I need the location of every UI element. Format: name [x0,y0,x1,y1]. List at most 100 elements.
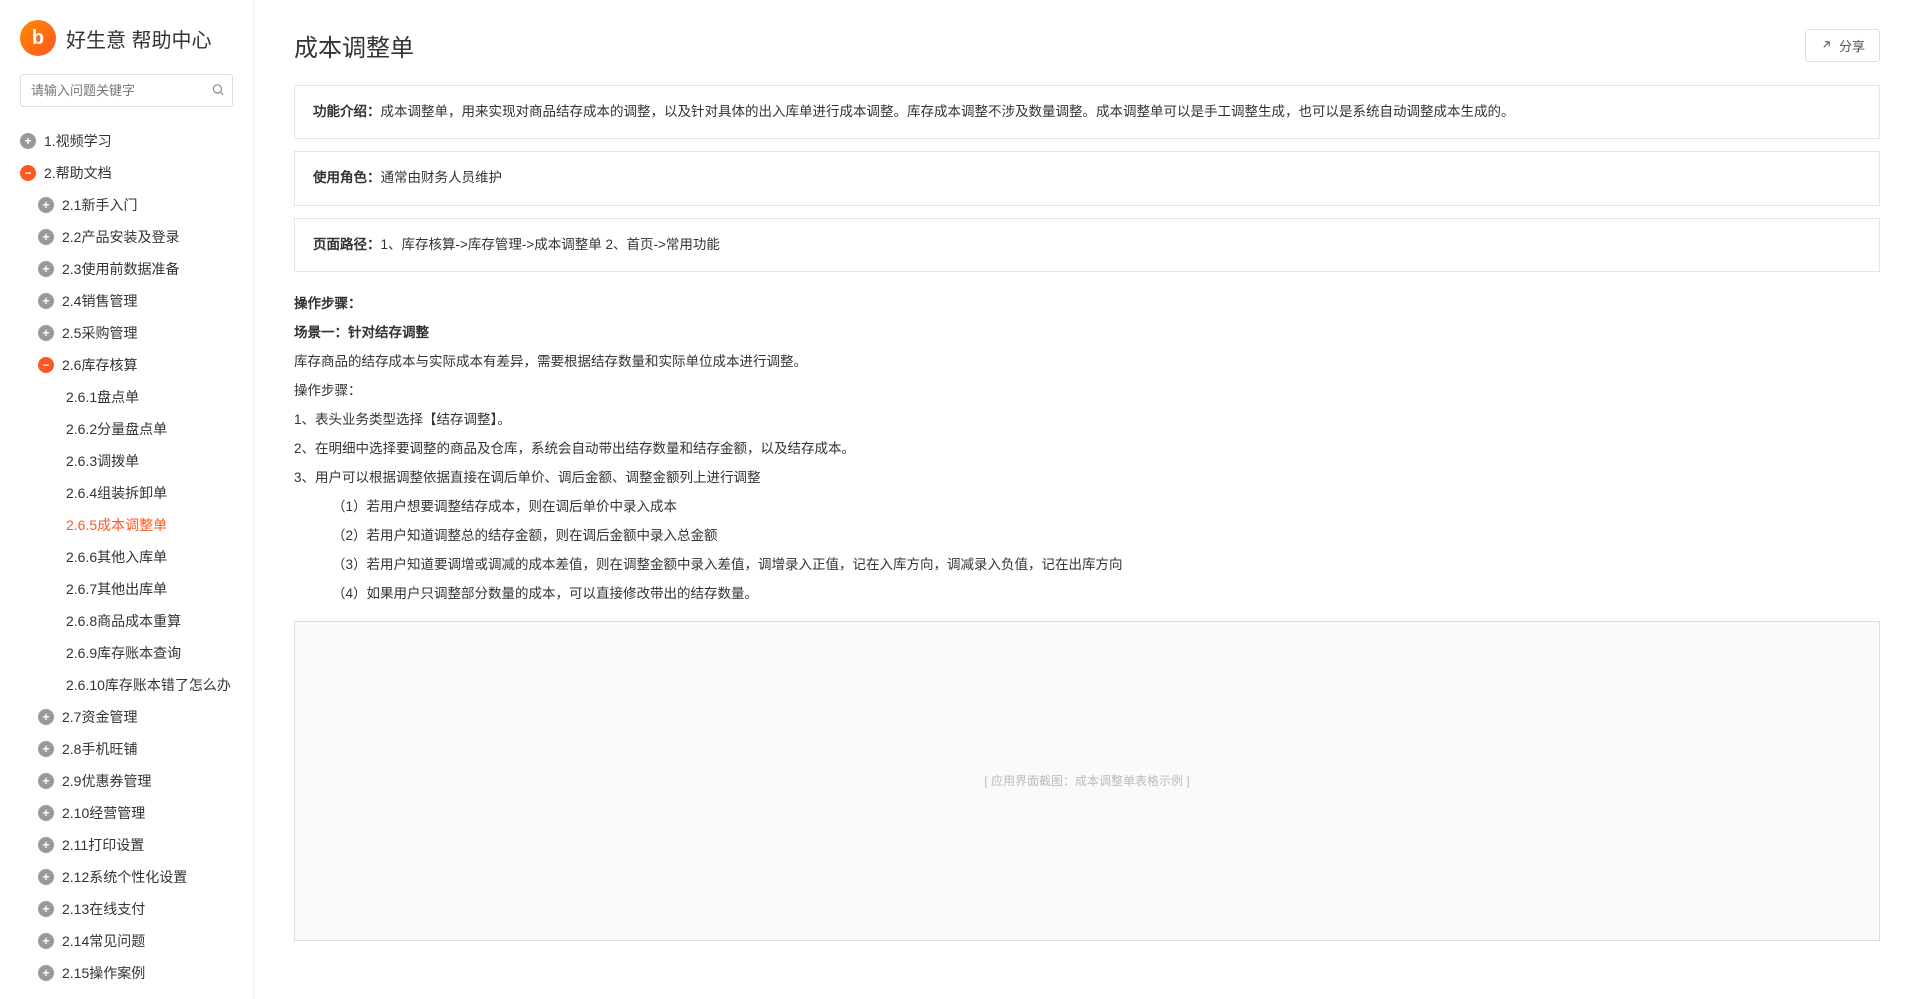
nav-label: 2.1新手入门 [62,195,137,215]
steps-heading: 操作步骤： [294,296,362,311]
nav-label: 2.8手机旺铺 [62,739,137,759]
nav-label: 2.6库存核算 [62,355,137,375]
logo-row: b 好生意 帮助中心 [20,20,253,56]
nav-item[interactable]: +2.5采购管理 [20,317,253,349]
nav-label: 2.2产品安装及登录 [62,227,179,247]
nav-label: 2.6.8商品成本重算 [66,611,181,631]
nav-item[interactable]: 2.6.2分量盘点单 [20,413,253,445]
nav-item[interactable]: −2.帮助文档 [20,157,253,189]
brand-title: 好生意 帮助中心 [66,24,212,53]
plus-icon: + [20,133,36,149]
nav-item[interactable]: +2.14常见问题 [20,925,253,957]
page-title: 成本调整单 [294,28,414,63]
step-3d: （4）如果用户只调整部分数量的成本，可以直接修改带出的结存数量。 [294,580,1880,607]
nav-label: 2.11打印设置 [62,835,144,855]
nav-label: 2.6.2分量盘点单 [66,419,167,439]
nav-item[interactable]: 2.6.4组装拆卸单 [20,477,253,509]
nav-label: 2.6.10库存账本错了怎么办 [66,675,231,695]
intro-box-path: 页面路径：1、库存核算->库存管理->成本调整单 2、首页->常用功能 [294,218,1880,272]
nav-label: 2.4销售管理 [62,291,137,311]
nav-label: 2.7资金管理 [62,707,137,727]
scene-desc: 库存商品的结存成本与实际成本有差异，需要根据结存数量和实际单位成本进行调整。 [294,348,1880,375]
step-2: 2、在明细中选择要调整的商品及仓库，系统会自动带出结存数量和结存金额，以及结存成… [294,435,1880,462]
nav-item[interactable]: +2.11打印设置 [20,829,253,861]
nav-item[interactable]: +2.4销售管理 [20,285,253,317]
steps-label: 操作步骤： [294,377,1880,404]
embedded-screenshot: [ 应用界面截图：成本调整单表格示例 ] [294,621,1880,941]
sidebar: b 好生意 帮助中心 +1.视频学习−2.帮助文档+2.1新手入门+2.2产品安… [0,0,254,999]
nav-item[interactable]: +2.3使用前数据准备 [20,253,253,285]
intro-box-function: 功能介绍：成本调整单，用来实现对商品结存成本的调整，以及针对具体的出入库单进行成… [294,85,1880,139]
step-3b: （2）若用户知道调整总的结存金额，则在调后金额中录入总金额 [294,522,1880,549]
plus-icon: + [38,261,54,277]
nav-label: 2.6.9库存账本查询 [66,643,181,663]
plus-icon: + [38,229,54,245]
nav-item[interactable]: +2.7资金管理 [20,701,253,733]
plus-icon: + [38,933,54,949]
nav-item[interactable]: +2.8手机旺铺 [20,733,253,765]
intro-text-function: 成本调整单，用来实现对商品结存成本的调整，以及针对具体的出入库单进行成本调整。库… [381,104,1515,119]
step-3a: （1）若用户想要调整结存成本，则在调后单价中录入成本 [294,493,1880,520]
plus-icon: + [38,869,54,885]
nav-item[interactable]: +2.2产品安装及登录 [20,221,253,253]
nav-label: 2.5采购管理 [62,323,137,343]
page-header: 成本调整单 分享 [294,28,1880,63]
nav-item[interactable]: 2.6.1盘点单 [20,381,253,413]
nav-label: 2.15操作案例 [62,963,145,983]
nav-item[interactable]: 2.6.9库存账本查询 [20,637,253,669]
nav-label: 2.13在线支付 [62,899,145,919]
minus-icon: − [38,357,54,373]
nav-label: 2.6.6其他入库单 [66,547,167,567]
nav-tree: +1.视频学习−2.帮助文档+2.1新手入门+2.2产品安装及登录+2.3使用前… [20,125,253,989]
nav-item[interactable]: 2.6.8商品成本重算 [20,605,253,637]
share-button[interactable]: 分享 [1805,29,1880,62]
nav-item[interactable]: 2.6.6其他入库单 [20,541,253,573]
step-3: 3、用户可以根据调整依据直接在调后单价、调后金额、调整金额列上进行调整 [294,464,1880,491]
plus-icon: + [38,709,54,725]
search-icon[interactable] [211,82,225,99]
nav-item[interactable]: +2.1新手入门 [20,189,253,221]
nav-item[interactable]: +2.12系统个性化设置 [20,861,253,893]
scene-title: 场景一：针对结存调整 [294,325,429,340]
nav-item[interactable]: +1.视频学习 [20,125,253,157]
main-content: 成本调整单 分享 功能介绍：成本调整单，用来实现对商品结存成本的调整，以及针对具… [254,0,1920,999]
search-box [20,74,233,107]
app-logo: b [20,20,56,56]
intro-label-role: 使用角色： [313,170,381,185]
nav-label: 2.6.5成本调整单 [66,515,167,535]
nav-item[interactable]: 2.6.7其他出库单 [20,573,253,605]
nav-label: 2.10经营管理 [62,803,145,823]
nav-label: 2.6.1盘点单 [66,387,139,407]
nav-label: 1.视频学习 [44,131,112,151]
plus-icon: + [38,197,54,213]
share-icon [1820,38,1833,54]
intro-box-role: 使用角色：通常由财务人员维护 [294,151,1880,205]
intro-label-path: 页面路径： [313,237,381,252]
nav-item[interactable]: 2.6.3调拨单 [20,445,253,477]
intro-text-role: 通常由财务人员维护 [381,170,503,185]
nav-label: 2.6.7其他出库单 [66,579,167,599]
search-input[interactable] [20,74,233,107]
intro-text-path: 1、库存核算->库存管理->成本调整单 2、首页->常用功能 [381,237,720,252]
nav-label: 2.3使用前数据准备 [62,259,179,279]
nav-item[interactable]: 2.6.10库存账本错了怎么办 [20,669,253,701]
nav-item[interactable]: 2.6.5成本调整单 [20,509,253,541]
nav-item[interactable]: −2.6库存核算 [20,349,253,381]
step-1: 1、表头业务类型选择【结存调整】。 [294,406,1880,433]
nav-label: 2.6.3调拨单 [66,451,139,471]
screenshot-note: [ 应用界面截图：成本调整单表格示例 ] [984,769,1189,793]
nav-label: 2.12系统个性化设置 [62,867,187,887]
nav-item[interactable]: +2.10经营管理 [20,797,253,829]
nav-item[interactable]: +2.13在线支付 [20,893,253,925]
step-3c: （3）若用户知道要调增或调减的成本差值，则在调整金额中录入差值，调增录入正值，记… [294,551,1880,578]
article-body: 操作步骤： 场景一：针对结存调整 库存商品的结存成本与实际成本有差异，需要根据结… [294,290,1880,941]
plus-icon: + [38,325,54,341]
plus-icon: + [38,837,54,853]
nav-label: 2.14常见问题 [62,931,145,951]
nav-label: 2.帮助文档 [44,163,112,183]
intro-label-function: 功能介绍： [313,104,381,119]
nav-item[interactable]: +2.15操作案例 [20,957,253,989]
plus-icon: + [38,805,54,821]
nav-item[interactable]: +2.9优惠券管理 [20,765,253,797]
minus-icon: − [20,165,36,181]
